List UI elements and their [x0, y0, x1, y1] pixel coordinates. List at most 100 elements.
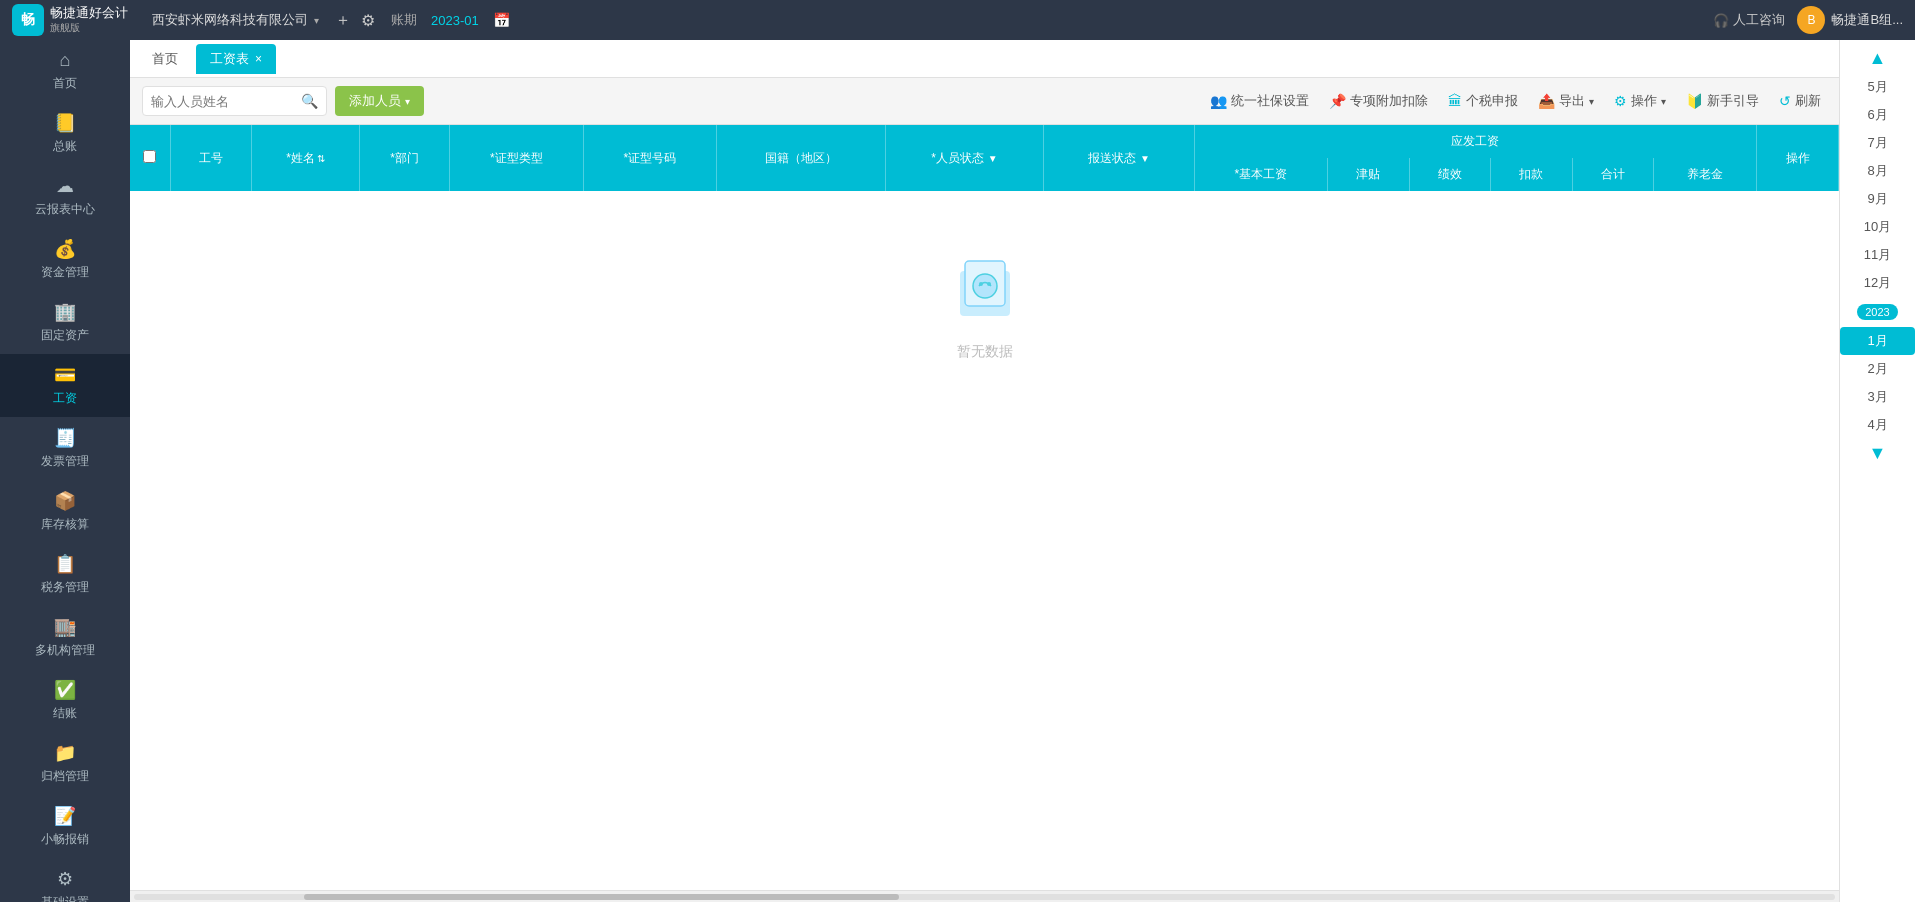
select-all-header [130, 125, 170, 191]
sidebar-item-label: 库存核算 [41, 516, 89, 533]
logo-icon: 畅 [12, 4, 44, 36]
sidebar-item-label: 多机构管理 [35, 642, 95, 659]
filter-icon[interactable]: ▼ [988, 153, 998, 164]
add-company-button[interactable]: ＋ [335, 10, 351, 31]
sidebar-item-label: 总账 [53, 138, 77, 155]
date-month-11[interactable]: 11月 [1840, 241, 1915, 269]
tab-bar: 首页 工资表 × [130, 40, 1839, 78]
add-person-button[interactable]: 添加人员 ▾ [335, 86, 424, 116]
toolbar: 🔍 添加人员 ▾ 👥 统一社保设置 📌 专项附加扣除 🏛 个税申报 📤 导出 [130, 78, 1839, 125]
date-month-12[interactable]: 12月 [1840, 269, 1915, 297]
sidebar: ⌂ 首页 📒 总账 ☁ 云报表中心 💰 资金管理 🏢 固定资产 💳 工资 🧾 发… [0, 40, 130, 902]
col-country: 国籍（地区） [717, 125, 886, 191]
empty-text: 暂无数据 [957, 343, 1013, 361]
col-emp-id: 工号 [170, 125, 252, 191]
sidebar-item-label: 发票管理 [41, 453, 89, 470]
social-security-label: 统一社保设置 [1231, 92, 1309, 110]
bottom-scrollbar[interactable] [130, 890, 1839, 902]
settings-icon[interactable]: ⚙ [361, 11, 375, 30]
export-action[interactable]: 📤 导出 ▾ [1532, 92, 1600, 110]
col-id-type: *证型类型 [450, 125, 583, 191]
sidebar-item-salary[interactable]: 💳 工资 [0, 354, 130, 417]
tab-close-icon[interactable]: × [255, 52, 262, 66]
filter-icon[interactable]: ▼ [1140, 153, 1150, 164]
operations-action[interactable]: ⚙ 操作 ▾ [1608, 92, 1672, 110]
date-nav-down-icon[interactable]: ▼ [1865, 439, 1891, 468]
date-month-10[interactable]: 10月 [1840, 213, 1915, 241]
date-nav-up-icon[interactable]: ▲ [1865, 44, 1891, 73]
tab-home[interactable]: 首页 [138, 44, 192, 74]
tab-salary-table[interactable]: 工资表 × [196, 44, 276, 74]
date-month-1[interactable]: 1月 [1840, 327, 1915, 355]
svg-point-3 [979, 282, 983, 286]
sidebar-item-settle[interactable]: ✅ 结账 [0, 669, 130, 732]
sidebar-item-fund[interactable]: 💰 资金管理 [0, 228, 130, 291]
settle-icon: ✅ [54, 679, 76, 701]
search-wrap: 🔍 [142, 86, 327, 116]
col-salary-group: 应发工资 [1194, 125, 1757, 158]
content-area: 首页 工资表 × 🔍 添加人员 ▾ 👥 统一社保设置 📌 [130, 40, 1839, 902]
sidebar-item-settings[interactable]: ⚙ 基础设置 [0, 858, 130, 902]
search-input[interactable] [151, 94, 301, 109]
sidebar-item-expense[interactable]: 📝 小畅报销 [0, 795, 130, 858]
col-name-label: *姓名 [286, 150, 315, 167]
col-id-no: *证型号码 [583, 125, 716, 191]
company-selector[interactable]: 西安虾米网络科技有限公司 ▾ [152, 11, 319, 29]
guide-action[interactable]: 🔰 新手引导 [1680, 92, 1765, 110]
year-badge[interactable]: 2023 [1857, 304, 1897, 320]
date-month-7[interactable]: 7月 [1840, 129, 1915, 157]
scroll-thumb[interactable] [304, 894, 899, 900]
social-security-icon: 👥 [1210, 93, 1227, 109]
date-month-5[interactable]: 5月 [1840, 73, 1915, 101]
sidebar-item-cloud-report[interactable]: ☁ 云报表中心 [0, 165, 130, 228]
operations-label: 操作 [1631, 92, 1657, 110]
tab-salary-label: 工资表 [210, 50, 249, 68]
date-month-2[interactable]: 2月 [1840, 355, 1915, 383]
date-month-4[interactable]: 4月 [1840, 411, 1915, 439]
user-name: 畅捷通B组... [1831, 11, 1903, 29]
svg-point-4 [987, 282, 991, 286]
export-icon: 📤 [1538, 93, 1555, 109]
calendar-icon[interactable]: 📅 [493, 12, 510, 28]
select-all-checkbox[interactable] [143, 150, 156, 163]
sidebar-item-label: 税务管理 [41, 579, 89, 596]
sidebar-item-fixed-asset[interactable]: 🏢 固定资产 [0, 291, 130, 354]
empty-state: 暂无数据 [130, 191, 1839, 421]
sidebar-item-ledger[interactable]: 📒 总账 [0, 102, 130, 165]
special-deduction-action[interactable]: 📌 专项附加扣除 [1323, 92, 1434, 110]
user-info[interactable]: B 畅捷通B组... [1797, 6, 1903, 34]
export-chevron-icon: ▾ [1589, 96, 1594, 107]
operations-chevron-icon: ▾ [1661, 96, 1666, 107]
sidebar-item-invoice[interactable]: 🧾 发票管理 [0, 417, 130, 480]
personal-tax-action[interactable]: 🏛 个税申报 [1442, 92, 1524, 110]
social-security-action[interactable]: 👥 统一社保设置 [1204, 92, 1315, 110]
sidebar-item-multi-org[interactable]: 🏬 多机构管理 [0, 606, 130, 669]
sidebar-item-label: 结账 [53, 705, 77, 722]
salary-table: 工号 *姓名 ⇅ *部门 *证型类型 *证型号码 国籍（地区） [130, 125, 1839, 191]
top-bar-actions: ＋ ⚙ 账期 2023-01 📅 [335, 10, 510, 31]
date-month-6[interactable]: 6月 [1840, 101, 1915, 129]
period-value[interactable]: 2023-01 [431, 13, 479, 28]
fund-icon: 💰 [54, 238, 76, 260]
date-month-8[interactable]: 8月 [1840, 157, 1915, 185]
app-edition: 旗舰版 [50, 21, 128, 35]
sidebar-item-home[interactable]: ⌂ 首页 [0, 40, 130, 102]
date-month-3[interactable]: 3月 [1840, 383, 1915, 411]
search-icon: 🔍 [301, 93, 318, 109]
sidebar-item-inventory[interactable]: 📦 库存核算 [0, 480, 130, 543]
operations-icon: ⚙ [1614, 93, 1627, 109]
expense-icon: 📝 [54, 805, 76, 827]
sidebar-item-tax[interactable]: 📋 税务管理 [0, 543, 130, 606]
support-button[interactable]: 🎧 人工咨询 [1713, 11, 1785, 29]
date-month-9[interactable]: 9月 [1840, 185, 1915, 213]
col-performance: 绩效 [1409, 158, 1491, 191]
sidebar-item-archive[interactable]: 📁 归档管理 [0, 732, 130, 795]
col-total: 合计 [1572, 158, 1654, 191]
col-status: *人员状态 ▼ [885, 125, 1044, 191]
tab-home-label: 首页 [152, 50, 178, 68]
table-container: 工号 *姓名 ⇅ *部门 *证型类型 *证型号码 国籍（地区） [130, 125, 1839, 890]
col-actions: 操作 [1757, 125, 1839, 191]
special-deduction-label: 专项附加扣除 [1350, 92, 1428, 110]
refresh-action[interactable]: ↺ 刷新 [1773, 92, 1827, 110]
sort-icon[interactable]: ⇅ [317, 153, 325, 164]
